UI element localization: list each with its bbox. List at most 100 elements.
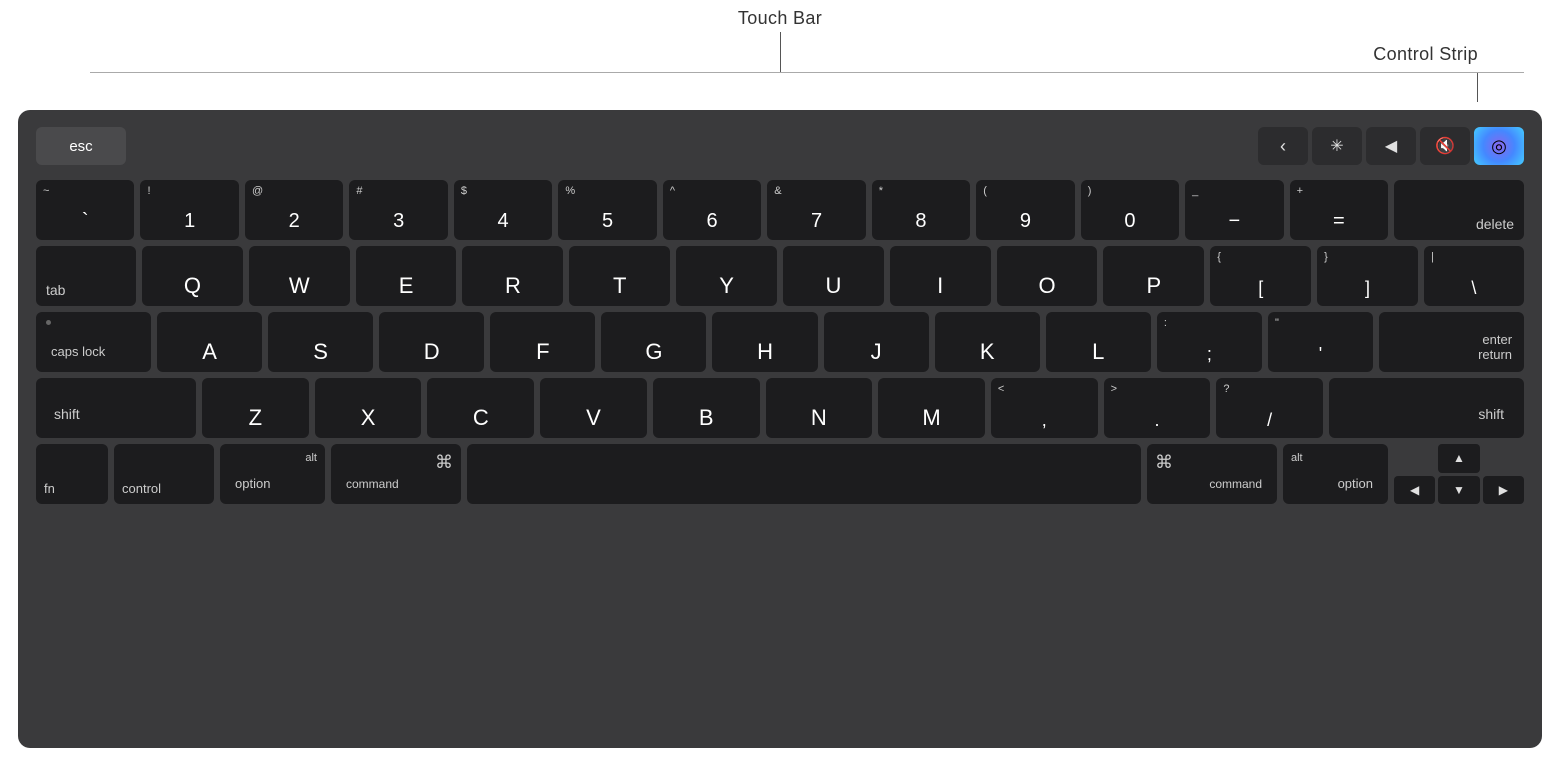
mute-icon: 🔇 [1435, 136, 1455, 156]
key-f[interactable]: F [490, 312, 595, 372]
key-quote[interactable]: " ' [1268, 312, 1373, 372]
key-v-label: V [586, 407, 601, 429]
volume-icon: ◀ [1385, 136, 1397, 156]
key-9[interactable]: ( 9 [976, 180, 1074, 240]
key-y[interactable]: Y [676, 246, 777, 306]
key-comma-label: , [1042, 411, 1047, 429]
key-amp-label: & [774, 185, 781, 197]
bottom-row: fn control alt option ⌘ command ⌘ [36, 444, 1524, 504]
key-g[interactable]: G [601, 312, 706, 372]
arrow-down-key[interactable]: ▼ [1438, 476, 1479, 505]
left-shift-key[interactable]: shift [36, 378, 196, 438]
key-minus[interactable]: _ − [1185, 180, 1283, 240]
key-r[interactable]: R [462, 246, 563, 306]
key-lbracket-label: [ [1258, 279, 1263, 297]
cs-siri-key[interactable]: ◎ [1474, 127, 1524, 165]
key-e[interactable]: E [356, 246, 457, 306]
key-2[interactable]: @ 2 [245, 180, 343, 240]
arrow-up-key[interactable]: ▲ [1438, 444, 1479, 473]
caps-lock-key[interactable]: caps lock [36, 312, 151, 372]
enter-key[interactable]: enter return [1379, 312, 1524, 372]
key-c[interactable]: C [427, 378, 534, 438]
key-p[interactable]: P [1103, 246, 1204, 306]
key-o[interactable]: O [997, 246, 1098, 306]
brightness-icon: ✳ [1330, 136, 1343, 156]
arrow-bottom-row: ◀ ▼ ▶ [1394, 476, 1524, 505]
key-0[interactable]: ) 0 [1081, 180, 1179, 240]
key-backslash[interactable]: | \ [1424, 246, 1524, 306]
siri-icon: ◎ [1491, 136, 1507, 157]
key-w[interactable]: W [249, 246, 350, 306]
key-backtick-label: ` [82, 211, 89, 231]
control-label: control [122, 481, 161, 496]
key-c-label: C [473, 407, 489, 429]
right-command-symbol: ⌘ [1155, 452, 1173, 473]
key-6[interactable]: ^ 6 [663, 180, 761, 240]
key-d[interactable]: D [379, 312, 484, 372]
cs-chevron-key[interactable]: ‹ [1258, 127, 1308, 165]
key-4-label: 4 [498, 211, 509, 231]
key-t[interactable]: T [569, 246, 670, 306]
key-i[interactable]: I [890, 246, 991, 306]
key-u[interactable]: U [783, 246, 884, 306]
key-slash[interactable]: ? / [1216, 378, 1323, 438]
key-1[interactable]: ! 1 [140, 180, 238, 240]
key-a[interactable]: A [157, 312, 262, 372]
key-z[interactable]: Z [202, 378, 309, 438]
key-dollar-label: $ [461, 185, 467, 197]
key-rbracket[interactable]: } ] [1317, 246, 1418, 306]
key-period[interactable]: > . [1104, 378, 1211, 438]
left-command-key[interactable]: ⌘ command [331, 444, 461, 504]
key-h[interactable]: H [712, 312, 817, 372]
cs-volume-key[interactable]: ◀ [1366, 127, 1416, 165]
esc-key[interactable]: esc [36, 127, 126, 165]
key-rbracket-label: ] [1365, 279, 1370, 297]
key-5[interactable]: % 5 [558, 180, 656, 240]
fn-label: fn [44, 481, 55, 496]
space-key[interactable] [467, 444, 1141, 504]
key-z-label: Z [249, 407, 262, 429]
control-key[interactable]: control [114, 444, 214, 504]
tab-row: tab Q W E R T Y U I O P { [ } ] | \ [36, 246, 1524, 306]
key-8[interactable]: * 8 [872, 180, 970, 240]
key-rparen-label: ) [1088, 185, 1092, 197]
key-k[interactable]: K [935, 312, 1040, 372]
key-4[interactable]: $ 4 [454, 180, 552, 240]
key-7[interactable]: & 7 [767, 180, 865, 240]
key-backtick[interactable]: ~ ` [36, 180, 134, 240]
key-b[interactable]: B [653, 378, 760, 438]
touchbar-top-line [90, 72, 1470, 73]
arrow-right-key[interactable]: ▶ [1483, 476, 1524, 505]
right-command-key[interactable]: ⌘ command [1147, 444, 1277, 504]
key-q[interactable]: Q [142, 246, 243, 306]
right-option-key[interactable]: alt option [1283, 444, 1388, 504]
key-comma[interactable]: < , [991, 378, 1098, 438]
key-v[interactable]: V [540, 378, 647, 438]
right-shift-key[interactable]: shift [1329, 378, 1524, 438]
cs-mute-key[interactable]: 🔇 [1420, 127, 1470, 165]
key-5-label: 5 [602, 211, 613, 231]
key-lbracket[interactable]: { [ [1210, 246, 1311, 306]
key-gthan-label: > [1111, 383, 1117, 395]
tab-key[interactable]: tab [36, 246, 136, 306]
key-n[interactable]: N [766, 378, 873, 438]
key-equals[interactable]: + = [1290, 180, 1388, 240]
key-s[interactable]: S [268, 312, 373, 372]
key-3[interactable]: # 3 [349, 180, 447, 240]
key-m[interactable]: M [878, 378, 985, 438]
arrow-left-key[interactable]: ◀ [1394, 476, 1435, 505]
key-semicolon[interactable]: : ; [1157, 312, 1262, 372]
key-x[interactable]: X [315, 378, 422, 438]
key-at-label: @ [252, 185, 263, 197]
key-equals-label: = [1333, 211, 1345, 231]
left-option-key[interactable]: alt option [220, 444, 325, 504]
cs-brightness-key[interactable]: ✳ [1312, 127, 1362, 165]
key-lparen-label: ( [983, 185, 987, 197]
controlstrip-annotation-label: Control Strip [1373, 44, 1478, 65]
key-j[interactable]: J [824, 312, 929, 372]
delete-key[interactable]: delete [1394, 180, 1524, 240]
key-l[interactable]: L [1046, 312, 1151, 372]
key-quote-label: ' [1319, 345, 1322, 363]
key-m-label: M [922, 407, 940, 429]
fn-key[interactable]: fn [36, 444, 108, 504]
